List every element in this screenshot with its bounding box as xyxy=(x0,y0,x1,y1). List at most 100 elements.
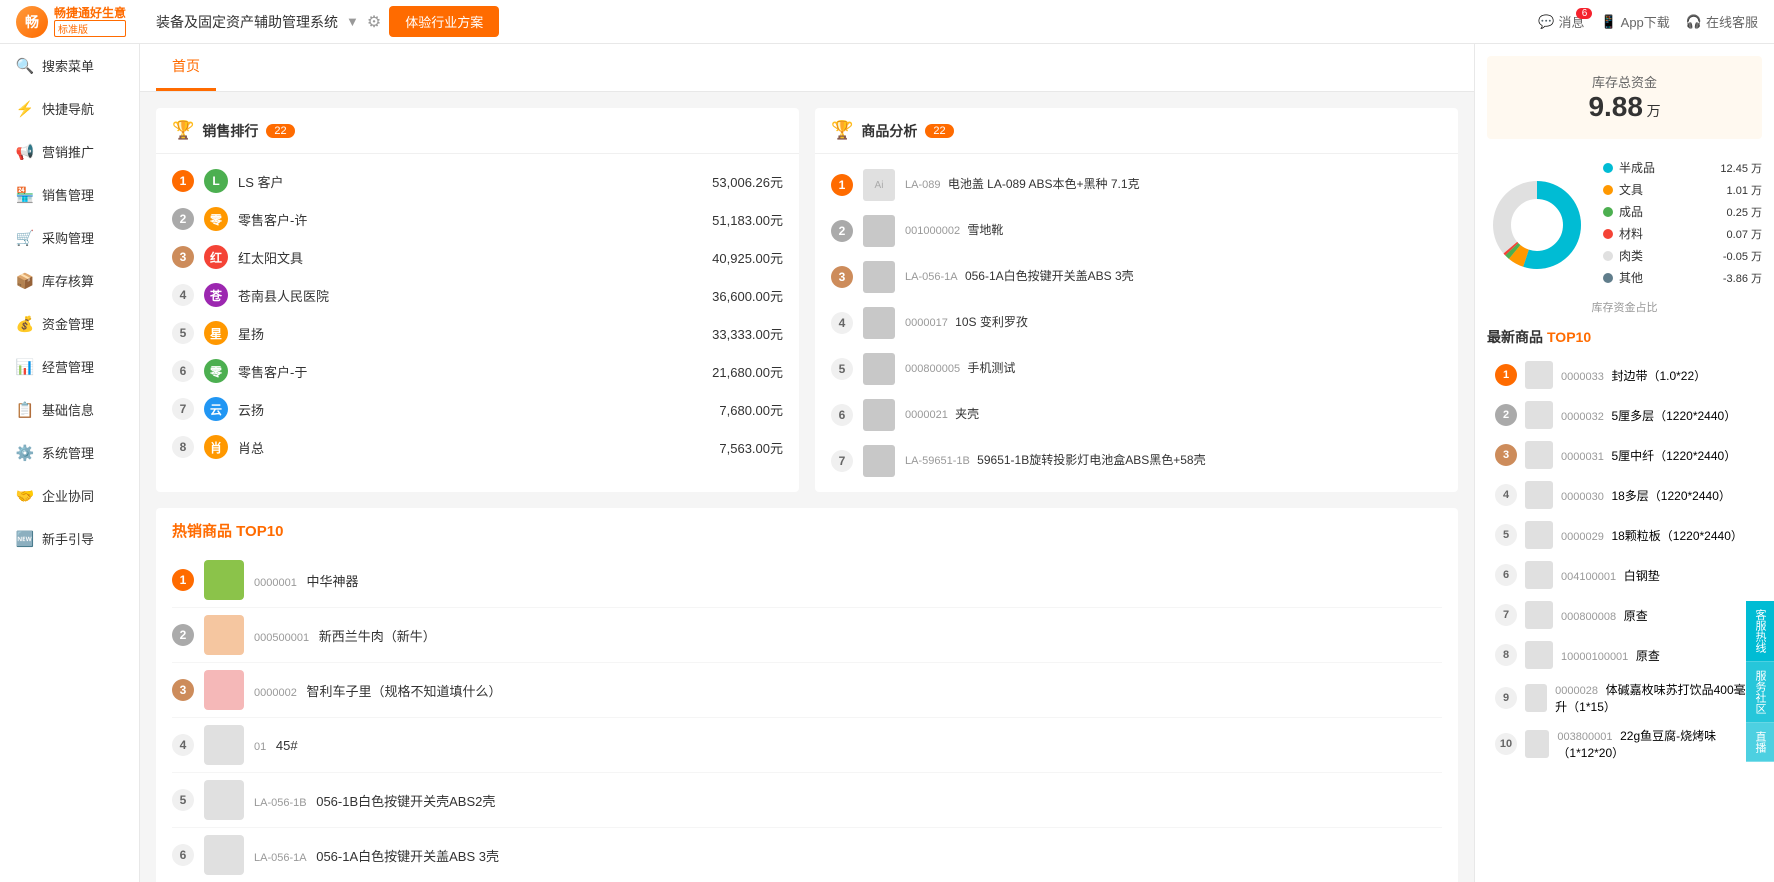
rank-amount-2: 51,183.00元 xyxy=(712,210,783,229)
prod-info-2: 001000002 雪地靴 xyxy=(905,222,1442,239)
sidebar-item-marketing[interactable]: 📢 营销推广 xyxy=(0,130,139,173)
rank-name-8: 肖总 xyxy=(238,438,709,457)
new-img-2 xyxy=(1525,401,1553,429)
hot-rank-5: 5 xyxy=(172,789,194,811)
float-btn-hotline[interactable]: 客服热线 xyxy=(1746,601,1774,662)
prod-info-4: 0000017 10S 变利罗孜 xyxy=(905,314,1442,331)
rank-avatar-7: 云 xyxy=(204,397,228,421)
rank-item-5: 5 星 星扬 33,333.00元 xyxy=(156,314,799,352)
online-service[interactable]: 🎧 在线客服 xyxy=(1686,12,1758,31)
rank-avatar-4: 苍 xyxy=(204,283,228,307)
prod-rank-3: 3 xyxy=(831,266,853,288)
prod-info-1: LA-089 电池盖 LA-089 ABS本色+黑种 7.1克 xyxy=(905,176,1442,193)
new-prod-1: 1 0000033 封边带（1.0*22） xyxy=(1487,355,1762,395)
hot-products-section: 热销商品 TOP10 1 0000001 中华神器 2 000500001 xyxy=(156,508,1458,882)
hot-info-5: LA-056-1B 056-1B白色按键开关壳ABS2壳 xyxy=(254,791,495,810)
app-download[interactable]: 📱 App下载 xyxy=(1600,12,1669,31)
rank-number-6: 6 xyxy=(172,360,194,382)
sidebar-item-quicknav[interactable]: ⚡ 快捷导航 xyxy=(0,87,139,130)
hot-rank-3: 3 xyxy=(172,679,194,701)
notification-area[interactable]: 💬 消息 6 xyxy=(1538,12,1584,31)
notification-count: 6 xyxy=(1576,8,1592,19)
prod-rank-7: 7 xyxy=(831,450,853,472)
sidebar-item-sales[interactable]: 🏪 销售管理 xyxy=(0,173,139,216)
sales-icon: 🏪 xyxy=(16,186,34,204)
topbar-right: 💬 消息 6 📱 App下载 🎧 在线客服 xyxy=(1538,12,1758,31)
sales-ranking-header: 🏆 销售排行 22 xyxy=(156,108,799,154)
hot-rank-6: 6 xyxy=(172,844,194,866)
newest-products-header: 最新商品 TOP10 xyxy=(1487,327,1762,347)
new-prod-6: 6 004100001 白钢垫 xyxy=(1487,555,1762,595)
sidebar: 🔍 搜索菜单 ⚡ 快捷导航 📢 营销推广 🏪 销售管理 🛒 采购管理 📦 库存核… xyxy=(0,44,140,882)
rank-item-8: 8 肖 肖总 7,563.00元 xyxy=(156,428,799,466)
rank-name-4: 苍南县人民医院 xyxy=(238,286,702,305)
sales-ranking-badge: 22 xyxy=(266,124,294,138)
rank-amount-1: 53,006.26元 xyxy=(712,172,783,191)
rank-name-3: 红太阳文具 xyxy=(238,248,702,267)
new-prod-2: 2 0000032 5厘多层（1220*2440） xyxy=(1487,395,1762,435)
new-info-4: 0000030 18多层（1220*2440） xyxy=(1561,487,1731,504)
product-trophy-icon: 🏆 xyxy=(831,120,853,141)
rank-number-1: 1 xyxy=(172,170,194,192)
hot-item-4: 4 01 45# xyxy=(172,718,1442,773)
float-btn-live[interactable]: 直播 xyxy=(1746,723,1774,762)
sidebar-item-operation[interactable]: 📊 经营管理 xyxy=(0,345,139,388)
sidebar-item-finance[interactable]: 💰 资金管理 xyxy=(0,302,139,345)
prod-item-1: 1 Ai LA-089 电池盖 LA-089 ABS本色+黑种 7.1克 xyxy=(815,162,1458,208)
hot-item-5: 5 LA-056-1B 056-1B白色按键开关壳ABS2壳 xyxy=(172,773,1442,828)
sidebar-item-purchase[interactable]: 🛒 采购管理 xyxy=(0,216,139,259)
new-prod-10: 10 003800001 22g鱼豆腐-烧烤味（1*12*20） xyxy=(1487,721,1762,767)
trophy-icon: 🏆 xyxy=(172,120,194,141)
prod-item-4: 4 0000017 10S 变利罗孜 xyxy=(815,300,1458,346)
hot-item-2: 2 000500001 新西兰牛肉（新牛） xyxy=(172,608,1442,663)
mobile-icon: 📱 xyxy=(1600,14,1616,30)
new-info-3: 0000031 5厘中纤（1220*2440） xyxy=(1561,447,1736,464)
prod-rank-1: 1 xyxy=(831,174,853,196)
hot-img-3 xyxy=(204,670,244,710)
rank-item-4: 4 苍 苍南县人民医院 36,600.00元 xyxy=(156,276,799,314)
headset-icon: 🎧 xyxy=(1686,14,1702,30)
hot-img-4 xyxy=(204,725,244,765)
main-layout: 🔍 搜索菜单 ⚡ 快捷导航 📢 营销推广 🏪 销售管理 🛒 采购管理 📦 库存核… xyxy=(0,44,1774,882)
legend-item-3: 材料 0.07 万 xyxy=(1603,225,1762,242)
prod-info-6: 0000021 夹壳 xyxy=(905,406,1442,423)
quicknav-icon: ⚡ xyxy=(16,100,34,118)
donut-chart xyxy=(1487,175,1587,275)
legend-item-2: 成品 0.25 万 xyxy=(1603,203,1762,220)
sidebar-item-guide[interactable]: 🆕 新手引导 xyxy=(0,517,139,560)
prod-item-5: 5 000800005 手机测试 xyxy=(815,346,1458,392)
rank-number-8: 8 xyxy=(172,436,194,458)
sidebar-item-basic[interactable]: 📋 基础信息 xyxy=(0,388,139,431)
legend-item-5: 其他 -3.86 万 xyxy=(1603,269,1762,286)
inventory-legend: 半成品 12.45 万 文具 1.01 万 成品 0.25 万 材料 0.07 … xyxy=(1603,159,1762,291)
prod-img-1: Ai xyxy=(863,169,895,201)
sales-ranking-title: 销售排行 xyxy=(202,121,258,141)
legend-dot-0 xyxy=(1603,163,1613,173)
system-icon: ⚙️ xyxy=(16,444,34,462)
settings-icon[interactable]: ⚙ xyxy=(367,12,381,32)
sidebar-item-search[interactable]: 🔍 搜索菜单 xyxy=(0,44,139,87)
trial-button[interactable]: 体验行业方案 xyxy=(389,6,499,37)
guide-icon: 🆕 xyxy=(16,530,34,548)
new-info-6: 004100001 白钢垫 xyxy=(1561,567,1660,584)
hot-rank-2: 2 xyxy=(172,624,194,646)
finance-icon: 💰 xyxy=(16,315,34,333)
rank-amount-4: 36,600.00元 xyxy=(712,286,783,305)
sidebar-item-corp[interactable]: 🤝 企业协同 xyxy=(0,474,139,517)
logo-area: 畅 畅捷通好生意 标准版 xyxy=(16,6,156,38)
hot-rank-1: 1 xyxy=(172,569,194,591)
new-prod-8: 8 10000100001 原查 xyxy=(1487,635,1762,675)
purchase-icon: 🛒 xyxy=(16,229,34,247)
logo-icon: 畅 xyxy=(16,6,48,38)
legend-item-4: 肉类 -0.05 万 xyxy=(1603,247,1762,264)
sidebar-item-system[interactable]: ⚙️ 系统管理 xyxy=(0,431,139,474)
tab-home[interactable]: 首页 xyxy=(156,44,216,91)
rank-item-1: 1 L LS 客户 53,006.26元 xyxy=(156,162,799,200)
float-btn-community[interactable]: 服务社区 xyxy=(1746,662,1774,723)
rank-amount-8: 7,563.00元 xyxy=(719,438,783,457)
rank-number-4: 4 xyxy=(172,284,194,306)
product-analysis-card: 🏆 商品分析 22 1 Ai LA-089 电池盖 LA-089 ABS本色+黑… xyxy=(815,108,1458,492)
sidebar-item-inventory[interactable]: 📦 库存核算 xyxy=(0,259,139,302)
dropdown-arrow-icon[interactable]: ▼ xyxy=(346,14,359,29)
corp-icon: 🤝 xyxy=(16,487,34,505)
